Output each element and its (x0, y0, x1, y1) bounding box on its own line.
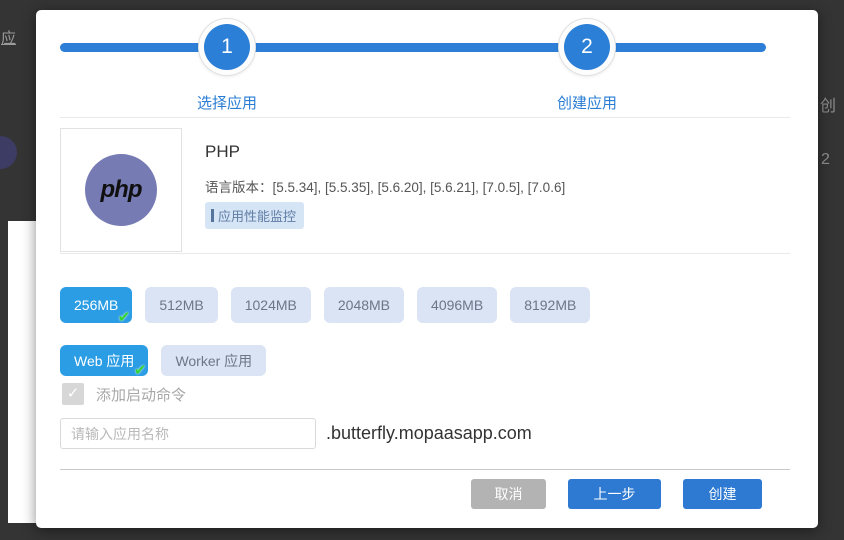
memory-option-label: 512MB (159, 297, 204, 313)
memory-option-4096mb[interactable]: 4096MB (417, 287, 498, 323)
app-versions: 语言版本：[5.5.34], [5.5.35], [5.6.20], [5.6.… (205, 180, 566, 195)
footer-buttons: 取消 上一步 创建 (471, 479, 762, 509)
step-2-circle: 2 (558, 18, 616, 76)
cancel-button[interactable]: 取消 (471, 479, 546, 509)
selected-app-card: php (60, 128, 182, 252)
domain-suffix: .butterfly.mopaasapp.com (326, 423, 532, 443)
memory-option-label: 8192MB (524, 297, 577, 313)
memory-option-label: 1024MB (244, 297, 297, 313)
performance-monitor-label: 应用性能监控 (218, 209, 297, 224)
memory-option-label: 2048MB (337, 297, 391, 313)
stepper-progress-bar (60, 43, 766, 52)
background-page-strip (8, 221, 37, 523)
divider (60, 117, 790, 118)
selected-check-icon: ✔ (133, 362, 147, 379)
php-logo-text: php (100, 176, 143, 203)
background-clipped-text: 2 (821, 151, 830, 168)
php-logo-icon: php (85, 154, 157, 226)
step-2-label: 创建应用 (556, 95, 617, 112)
step-1-label: 选择应用 (196, 95, 257, 112)
memory-option-label: 256MB (74, 297, 119, 313)
create-button[interactable]: 创建 (683, 479, 762, 509)
app-type-option-web[interactable]: Web 应用 ✔ (60, 345, 149, 379)
memory-option-2048mb[interactable]: 2048MB (323, 287, 405, 323)
memory-option-256mb[interactable]: 256MB ✔ (60, 287, 133, 326)
app-type-label: Web 应用 (74, 352, 135, 369)
app-type-options-row: Web 应用 ✔ Worker 应用 (60, 345, 267, 379)
performance-bar-icon (211, 209, 214, 222)
app-name-row: .butterfly.mopaasapp.com (60, 418, 532, 449)
memory-option-label: 4096MB (431, 297, 484, 313)
previous-step-button[interactable]: 上一步 (568, 479, 661, 509)
step-1-number: 1 (204, 24, 250, 70)
memory-option-512mb[interactable]: 512MB (145, 287, 218, 323)
app-type-label: Worker 应用 (175, 352, 253, 369)
background-clipped-text: 应 (1, 30, 17, 47)
footer-divider (60, 469, 790, 470)
selected-check-icon: ✔ (117, 309, 131, 326)
startup-command-label: 添加启动命令 (96, 386, 187, 404)
app-name: PHP (205, 142, 240, 161)
startup-command-checkbox[interactable]: ✓ (62, 383, 84, 405)
memory-option-8192mb[interactable]: 8192MB (510, 287, 591, 323)
step-1-circle: 1 (198, 18, 256, 76)
memory-options-row: 256MB ✔ 512MB 1024MB 2048MB 4096MB 8192M… (60, 287, 591, 326)
memory-option-1024mb[interactable]: 1024MB (230, 287, 311, 323)
step-2-number: 2 (564, 24, 610, 70)
background-clipped-text: 创 (820, 98, 837, 115)
app-type-option-worker[interactable]: Worker 应用 (161, 345, 267, 376)
app-name-input[interactable] (60, 418, 316, 449)
background-avatar-fragment (0, 136, 17, 169)
startup-command-row: ✓ 添加启动命令 (62, 383, 186, 405)
divider (60, 253, 790, 254)
create-app-dialog: 1 2 选择应用 创建应用 php PHP 语言版本：[5.5.34], [5.… (36, 10, 818, 528)
performance-monitor-tag: 应用性能监控 (205, 202, 305, 229)
